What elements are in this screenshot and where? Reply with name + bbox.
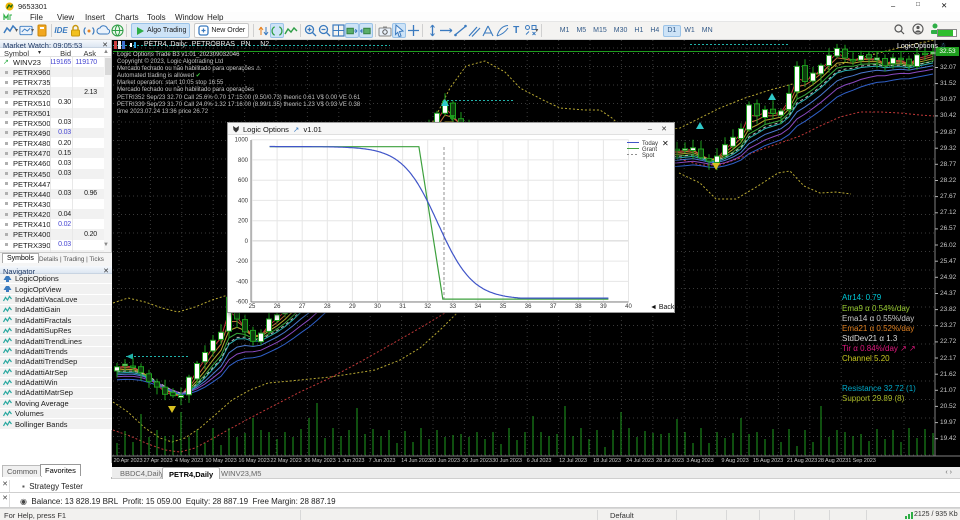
svg-text:800: 800 — [238, 158, 249, 164]
svg-text:34: 34 — [475, 304, 482, 310]
svg-text:35: 35 — [500, 304, 507, 310]
svg-text:25: 25 — [249, 304, 256, 310]
svg-text:600: 600 — [238, 178, 249, 184]
svg-text:30: 30 — [374, 304, 381, 310]
svg-text:◄ Back: ◄ Back — [650, 304, 675, 311]
svg-text:33: 33 — [449, 304, 456, 310]
svg-text:400: 400 — [238, 198, 249, 204]
svg-text:✕: ✕ — [662, 139, 669, 148]
svg-text:31: 31 — [399, 304, 406, 310]
svg-text:39: 39 — [600, 304, 607, 310]
svg-text:32: 32 — [424, 304, 431, 310]
svg-text:37: 37 — [550, 304, 557, 310]
svg-text:0: 0 — [245, 239, 249, 245]
svg-text:Spot: Spot — [642, 153, 655, 159]
svg-text:1000: 1000 — [235, 138, 249, 144]
svg-text:27: 27 — [299, 304, 306, 310]
svg-text:36: 36 — [525, 304, 532, 310]
svg-text:-200: -200 — [236, 259, 249, 265]
svg-text:40: 40 — [625, 304, 632, 310]
svg-text:38: 38 — [575, 304, 582, 310]
svg-text:26: 26 — [274, 304, 281, 310]
svg-text:-600: -600 — [236, 300, 249, 306]
svg-text:200: 200 — [238, 219, 249, 225]
svg-text:29: 29 — [349, 304, 356, 310]
svg-text:28: 28 — [324, 304, 331, 310]
svg-text:-400: -400 — [236, 279, 249, 285]
